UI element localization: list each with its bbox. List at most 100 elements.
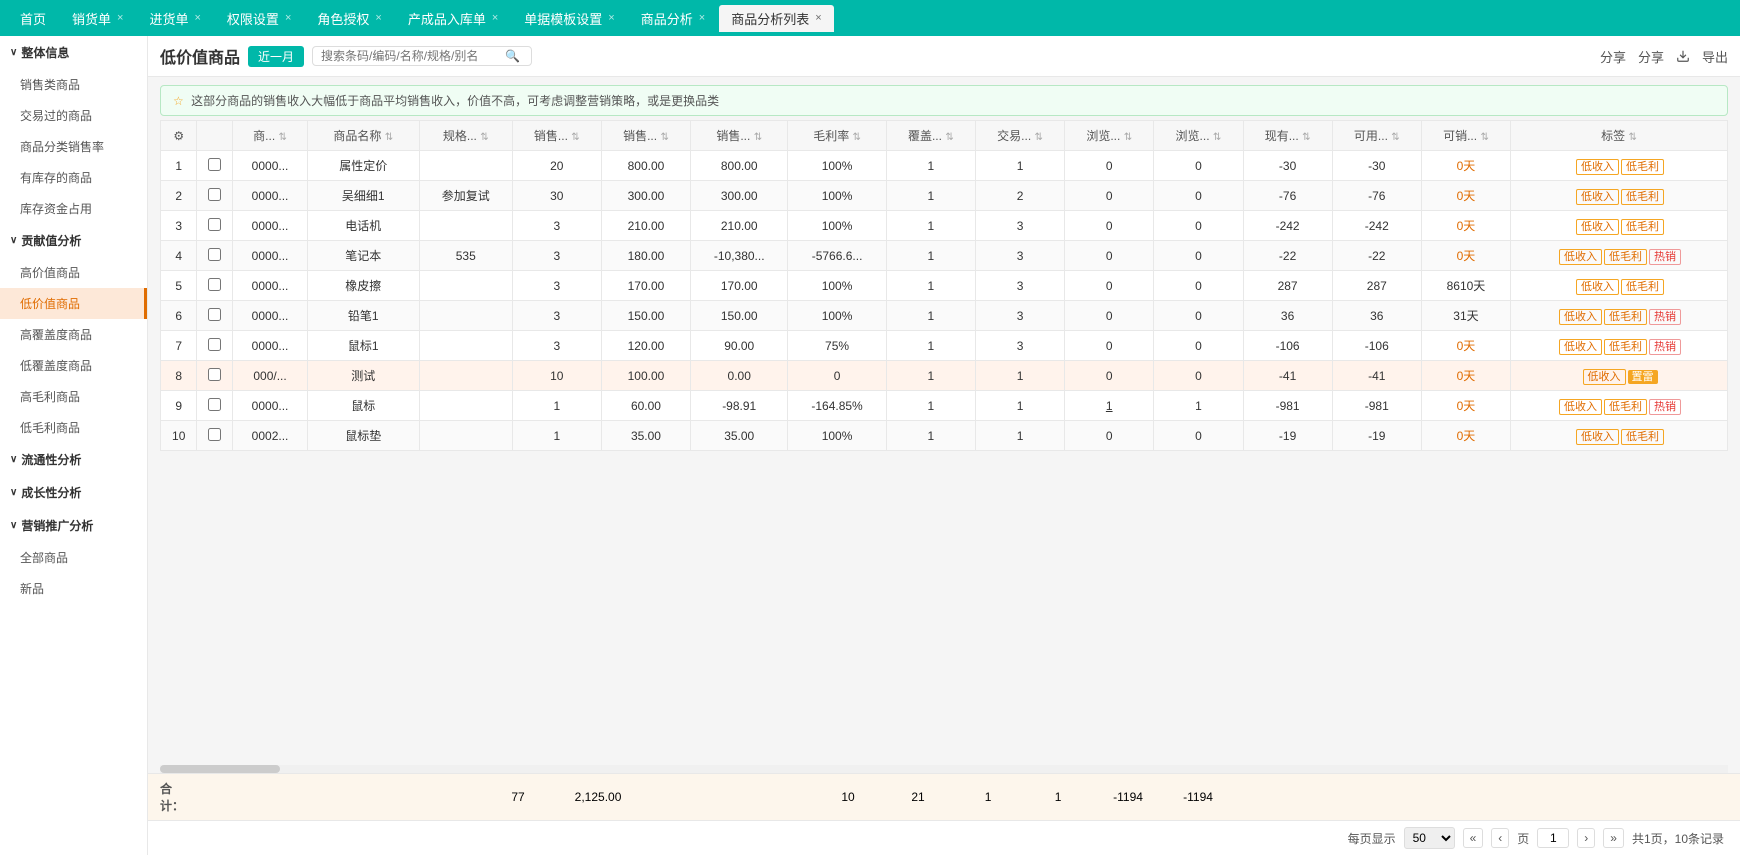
sidebar-item-销售类商品[interactable]: 销售类商品	[0, 69, 147, 100]
sidebar-item-高覆盖度商品[interactable]: 高覆盖度商品	[0, 319, 147, 350]
row-browse1[interactable]: 0	[1065, 301, 1154, 331]
row-browse1[interactable]: 0	[1065, 421, 1154, 451]
sidebar-group-营销推广分析[interactable]: ∨ 营销推广分析	[0, 509, 147, 542]
row-select-checkbox[interactable]	[208, 338, 221, 351]
row-checkbox[interactable]	[197, 331, 233, 361]
row-checkbox[interactable]	[197, 271, 233, 301]
page-size-select[interactable]: 50 100	[1404, 827, 1455, 849]
sort-icon[interactable]: ⇅	[571, 132, 579, 143]
row-browse1[interactable]: 0	[1065, 211, 1154, 241]
sidebar-item-高价值商品[interactable]: 高价值商品	[0, 257, 147, 288]
row-browse1[interactable]: 0	[1065, 331, 1154, 361]
row-select-checkbox[interactable]	[208, 188, 221, 201]
row-checkbox[interactable]	[197, 151, 233, 181]
share-button[interactable]: 分享	[1600, 47, 1626, 66]
sort-icon[interactable]: ⇅	[480, 132, 488, 143]
sidebar-item-商品分类销售率[interactable]: 商品分类销售率	[0, 131, 147, 162]
row-browse1[interactable]: 1	[1065, 391, 1154, 421]
sort-icon[interactable]: ⇅	[1480, 132, 1488, 143]
export-button[interactable]	[1676, 47, 1690, 66]
search-icon[interactable]: 🔍	[505, 49, 520, 63]
row-select-checkbox[interactable]	[208, 398, 221, 411]
sort-icon[interactable]: ⇅	[385, 132, 393, 143]
sidebar-item-低价值商品[interactable]: 低价值商品	[0, 288, 147, 319]
sort-icon[interactable]: ⇅	[853, 132, 861, 143]
col-header-销售...[interactable]: 销售... ⇅	[691, 121, 788, 151]
nav-item-商品分析列表[interactable]: 商品分析列表×	[719, 5, 833, 32]
sidebar-group-成长性分析[interactable]: ∨ 成长性分析	[0, 476, 147, 509]
row-select-checkbox[interactable]	[208, 278, 221, 291]
col-header-可用...[interactable]: 可用... ⇅	[1332, 121, 1421, 151]
row-select-checkbox[interactable]	[208, 248, 221, 261]
sort-icon[interactable]: ⇅	[754, 132, 762, 143]
scrollbar-thumb[interactable]	[160, 765, 280, 773]
sidebar-item-新品[interactable]: 新品	[0, 573, 147, 604]
scrollbar[interactable]	[160, 765, 1728, 773]
first-page-button[interactable]: «	[1463, 828, 1484, 848]
sort-icon[interactable]: ⇅	[1035, 132, 1043, 143]
last-page-button[interactable]: »	[1603, 828, 1624, 848]
sidebar-item-全部商品[interactable]: 全部商品	[0, 542, 147, 573]
row-browse1[interactable]: 0	[1065, 271, 1154, 301]
nav-item-单据模板设置[interactable]: 单据模板设置×	[512, 5, 626, 32]
sort-icon[interactable]: ⇅	[660, 132, 668, 143]
export-label[interactable]: 导出	[1702, 47, 1728, 66]
sort-icon[interactable]: ⇅	[279, 132, 287, 143]
col-header-覆盖...[interactable]: 覆盖... ⇅	[886, 121, 975, 151]
nav-close-icon[interactable]: ×	[117, 12, 123, 24]
sidebar-group-贡献值分析[interactable]: ∨ 贡献值分析	[0, 224, 147, 257]
col-header-商品名称[interactable]: 商品名称 ⇅	[307, 121, 419, 151]
col-header-浏览...[interactable]: 浏览... ⇅	[1154, 121, 1243, 151]
nav-close-icon[interactable]: ×	[699, 12, 705, 24]
nav-item-首页[interactable]: 首页	[8, 5, 58, 32]
browse-link[interactable]: 1	[1106, 399, 1113, 413]
row-checkbox[interactable]	[197, 361, 233, 391]
nav-close-icon[interactable]: ×	[608, 12, 614, 24]
row-select-checkbox[interactable]	[208, 158, 221, 171]
nav-item-权限设置[interactable]: 权限设置×	[215, 5, 303, 32]
page-number-input[interactable]	[1537, 828, 1569, 848]
sort-icon[interactable]: ⇅	[1213, 132, 1221, 143]
row-checkbox[interactable]	[197, 211, 233, 241]
col-header-规格...[interactable]: 规格... ⇅	[419, 121, 512, 151]
row-select-checkbox[interactable]	[208, 218, 221, 231]
row-select-checkbox[interactable]	[208, 308, 221, 321]
nav-close-icon[interactable]: ×	[285, 12, 291, 24]
row-browse1[interactable]: 0	[1065, 151, 1154, 181]
col-header-浏览...[interactable]: 浏览... ⇅	[1065, 121, 1154, 151]
col-header-毛利率[interactable]: 毛利率 ⇅	[788, 121, 886, 151]
col-header-可销...[interactable]: 可销... ⇅	[1421, 121, 1510, 151]
row-select-checkbox[interactable]	[208, 428, 221, 441]
row-checkbox[interactable]	[197, 301, 233, 331]
share-label[interactable]: 分享	[1638, 47, 1664, 66]
row-browse1[interactable]: 0	[1065, 241, 1154, 271]
prev-page-button[interactable]: ‹	[1491, 828, 1509, 848]
nav-item-产成品入库单[interactable]: 产成品入库单×	[396, 5, 510, 32]
sidebar-item-高毛利商品[interactable]: 高毛利商品	[0, 381, 147, 412]
row-checkbox[interactable]	[197, 181, 233, 211]
nav-close-icon[interactable]: ×	[492, 12, 498, 24]
col-header-标签[interactable]: 标签 ⇅	[1511, 121, 1728, 151]
row-browse1[interactable]: 0	[1065, 361, 1154, 391]
nav-item-商品分析[interactable]: 商品分析×	[629, 5, 717, 32]
nav-close-icon[interactable]: ×	[815, 12, 821, 24]
sidebar-group-整体信息[interactable]: ∨ 整体信息	[0, 36, 147, 69]
sort-icon[interactable]: ⇅	[1302, 132, 1310, 143]
nav-item-角色授权[interactable]: 角色授权×	[305, 5, 393, 32]
sort-icon[interactable]: ⇅	[945, 132, 953, 143]
nav-item-进货单[interactable]: 进货单×	[137, 5, 212, 32]
col-header-现有...[interactable]: 现有... ⇅	[1243, 121, 1332, 151]
nav-item-销货单[interactable]: 销货单×	[60, 5, 135, 32]
row-browse1[interactable]: 0	[1065, 181, 1154, 211]
search-input[interactable]	[321, 49, 501, 63]
sidebar-item-有库存的商品[interactable]: 有库存的商品	[0, 162, 147, 193]
row-checkbox[interactable]	[197, 391, 233, 421]
nav-close-icon[interactable]: ×	[375, 12, 381, 24]
row-checkbox[interactable]	[197, 241, 233, 271]
next-page-button[interactable]: ›	[1577, 828, 1595, 848]
sort-icon[interactable]: ⇅	[1124, 132, 1132, 143]
nav-close-icon[interactable]: ×	[194, 12, 200, 24]
sidebar-item-低覆盖度商品[interactable]: 低覆盖度商品	[0, 350, 147, 381]
col-header-商...[interactable]: 商... ⇅	[233, 121, 307, 151]
sidebar-group-流通性分析[interactable]: ∨ 流通性分析	[0, 443, 147, 476]
